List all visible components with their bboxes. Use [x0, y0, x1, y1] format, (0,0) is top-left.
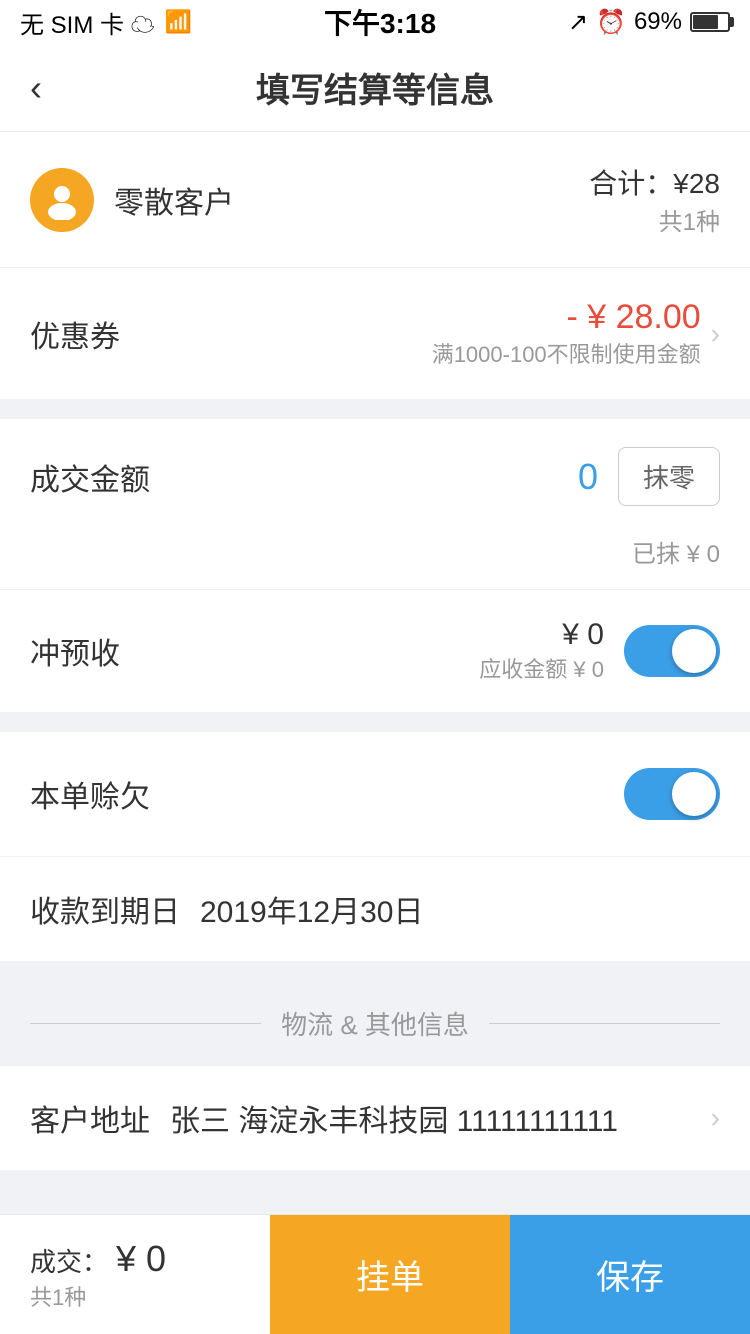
- status-left: 无 SIM 卡 ☁ 📶: [20, 5, 192, 40]
- deal-section: 成交金额 0 抹零 已抹 ¥ 0 冲预收 ¥ 0 应收金额 ¥ 0: [0, 419, 750, 712]
- bottom-deal-amount: ¥ 0: [116, 1238, 166, 1280]
- address-chevron-icon: ›: [711, 1102, 720, 1134]
- customer-right: 合计：¥28 共1种: [589, 162, 720, 237]
- total-count: 共1种: [589, 202, 720, 237]
- wifi-icon: 📶: [165, 9, 192, 35]
- precollect-row: 冲预收 ¥ 0 应收金额 ¥ 0: [0, 589, 750, 712]
- location-icon: ↗: [568, 8, 588, 37]
- status-right: ↗ ⏰ 69%: [568, 8, 730, 37]
- debit-row: 本单赊欠: [0, 732, 750, 856]
- logistics-label: 物流 & 其他信息: [281, 1005, 469, 1042]
- bottom-deal-label: 成交：: [30, 1242, 108, 1279]
- coupon-right: - ¥ 28.00 满1000-100不限制使用金额 ›: [432, 298, 720, 369]
- round-zero-button[interactable]: 抹零: [618, 447, 720, 506]
- address-section: 客户地址 张三 海淀永丰科技园 11111111111 ›: [0, 1066, 750, 1170]
- divider-line-right: [489, 1023, 720, 1024]
- coupon-label: 优惠券: [30, 312, 120, 356]
- customer-row: 零散客户 合计：¥28 共1种: [0, 132, 750, 267]
- debit-label: 本单赊欠: [30, 772, 150, 816]
- back-button[interactable]: ‹: [30, 67, 90, 109]
- customer-section: 零散客户 合计：¥28 共1种 优惠券 - ¥ 28.00 满1000-100不…: [0, 132, 750, 399]
- divider-line-left: [30, 1023, 261, 1024]
- battery-icon: [690, 12, 730, 32]
- debit-toggle[interactable]: [624, 768, 720, 820]
- nav-bar: ‹ 填写结算等信息: [0, 44, 750, 132]
- bottom-deal-count: 共1种: [30, 1280, 240, 1312]
- precollect-amount-group: ¥ 0 应收金额 ¥ 0: [479, 618, 604, 684]
- bottom-bar: 成交： ¥ 0 共1种 挂单 保存: [0, 1214, 750, 1334]
- debit-toggle-knob: [672, 772, 716, 816]
- toggle-knob: [672, 629, 716, 673]
- address-value: 张三 海淀永丰科技园 11111111111: [170, 1096, 711, 1140]
- deal-amount-input[interactable]: 0: [558, 456, 598, 498]
- battery-percent: 69%: [634, 8, 682, 36]
- logistics-divider: 物流 & 其他信息: [0, 981, 750, 1066]
- deal-subtracted: 已抹 ¥ 0: [0, 534, 750, 589]
- bottom-left: 成交： ¥ 0 共1种: [0, 1238, 270, 1312]
- customer-name: 零散客户: [114, 178, 234, 222]
- customer-avatar: [30, 168, 94, 232]
- due-date-row[interactable]: 收款到期日 2019年12月30日: [0, 856, 750, 961]
- no-sim-label: 无 SIM 卡 ☁: [20, 5, 155, 40]
- coupon-info: - ¥ 28.00 满1000-100不限制使用金额: [432, 298, 701, 369]
- due-date-value: 2019年12月30日: [200, 887, 423, 931]
- alarm-icon: ⏰: [596, 8, 626, 37]
- status-bar: 无 SIM 卡 ☁ 📶 下午3:18 ↗ ⏰ 69%: [0, 0, 750, 44]
- customer-left: 零散客户: [30, 168, 234, 232]
- debit-section: 本单赊欠 收款到期日 2019年12月30日: [0, 732, 750, 961]
- address-row[interactable]: 客户地址 张三 海淀永丰科技园 11111111111 ›: [0, 1066, 750, 1170]
- status-time: 下午3:18: [324, 2, 436, 42]
- coupon-discount: - ¥ 28.00: [432, 298, 701, 337]
- due-date-label: 收款到期日: [30, 887, 180, 931]
- content: 零散客户 合计：¥28 共1种 优惠券 - ¥ 28.00 满1000-100不…: [0, 132, 750, 1320]
- address-label: 客户地址: [30, 1096, 150, 1140]
- precollect-receivable: 应收金额 ¥ 0: [479, 652, 604, 684]
- precollect-right: ¥ 0 应收金额 ¥ 0: [479, 618, 720, 684]
- chevron-right-icon: ›: [711, 318, 720, 350]
- deal-right: 0 抹零: [558, 447, 720, 506]
- deal-amount-label: 成交金额: [30, 455, 150, 499]
- coupon-row[interactable]: 优惠券 - ¥ 28.00 满1000-100不限制使用金额 ›: [0, 267, 750, 399]
- hold-order-button[interactable]: 挂单: [270, 1215, 510, 1334]
- deal-amount-row: 成交金额 0 抹零: [0, 419, 750, 534]
- coupon-description: 满1000-100不限制使用金额: [432, 337, 701, 369]
- page-title: 填写结算等信息: [256, 63, 494, 112]
- avatar-icon: [42, 180, 82, 220]
- precollect-toggle[interactable]: [624, 625, 720, 677]
- total-amount: 合计：¥28: [589, 162, 720, 202]
- precollect-label: 冲预收: [30, 629, 120, 673]
- precollect-amount: ¥ 0: [479, 618, 604, 652]
- bottom-deal-row: 成交： ¥ 0: [30, 1238, 240, 1280]
- save-button[interactable]: 保存: [510, 1215, 750, 1334]
